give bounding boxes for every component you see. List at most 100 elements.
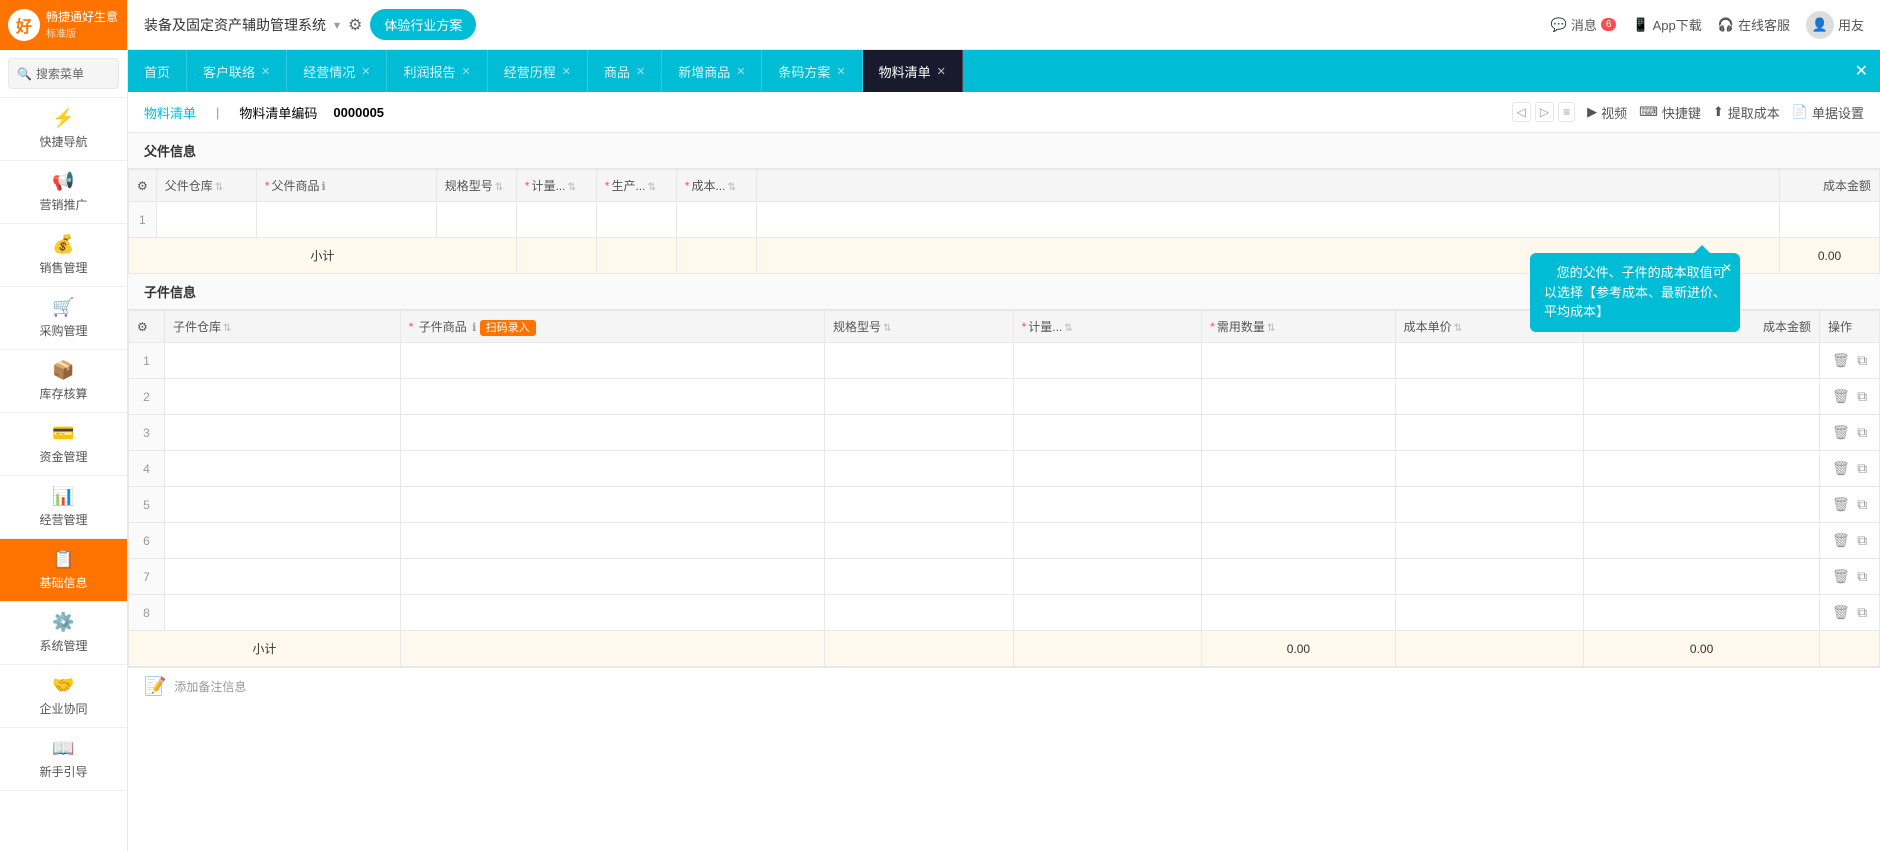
tab-profit[interactable]: 利润报告 ✕ (387, 50, 487, 92)
child-th-unit[interactable]: *计量...⇅ (1013, 311, 1202, 343)
tab-new-goods[interactable]: 新增商品 ✕ (662, 50, 762, 92)
child-cell-price-2[interactable] (1395, 379, 1584, 415)
sidebar-item-finance[interactable]: 💳 资金管理 (0, 413, 127, 476)
child-cell-warehouse-6[interactable] (165, 523, 401, 559)
parent-th-cost[interactable]: *成本...⇅ (676, 170, 756, 202)
parent-th-warehouse[interactable]: 父件仓库⇅ (156, 170, 256, 202)
child-cell-spec-8[interactable] (825, 595, 1014, 631)
child-cell-spec-6[interactable] (825, 523, 1014, 559)
child-cell-qty-4[interactable] (1202, 451, 1395, 487)
child-cell-qty-7[interactable] (1202, 559, 1395, 595)
tab-close-bom[interactable]: ✕ (937, 65, 946, 78)
view-action[interactable]: ▶ 视频 (1587, 103, 1627, 122)
copy-row-2-button[interactable]: ⧉ (1855, 386, 1869, 407)
delete-row-8-button[interactable]: 🗑 (1830, 602, 1852, 623)
child-cell-unit-3[interactable] (1013, 415, 1202, 451)
child-cell-spec-2[interactable] (825, 379, 1014, 415)
parent-th-unit[interactable]: *计量...⇅ (516, 170, 596, 202)
tab-barcode[interactable]: 条码方案 ✕ (762, 50, 862, 92)
parent-th-produce[interactable]: *生产...⇅ (596, 170, 676, 202)
tab-close-history[interactable]: ✕ (562, 65, 571, 78)
tab-close-goods[interactable]: ✕ (636, 65, 645, 78)
parent-cell-spec-1[interactable] (436, 202, 516, 238)
parent-cell-product-1[interactable] (256, 202, 436, 238)
child-cell-qty-6[interactable] (1202, 523, 1395, 559)
child-cell-price-4[interactable] (1395, 451, 1584, 487)
tab-goods[interactable]: 商品 ✕ (588, 50, 662, 92)
system-dropdown-arrow[interactable]: ▾ (334, 18, 340, 32)
sidebar-item-guide[interactable]: 📖 新手引导 (0, 728, 127, 791)
tab-customer[interactable]: 客户联络 ✕ (187, 50, 287, 92)
child-cell-warehouse-7[interactable] (165, 559, 401, 595)
child-cell-qty-8[interactable] (1202, 595, 1395, 631)
search-menu-button[interactable]: 🔍 搜索菜单 (8, 58, 119, 89)
copy-row-4-button[interactable]: ⧉ (1855, 458, 1869, 479)
child-th-product[interactable]: * 子件商品 ℹ 扫码录入 (400, 311, 824, 343)
delete-row-7-button[interactable]: 🗑 (1830, 566, 1852, 587)
tab-bar-close-button[interactable]: ✕ (1843, 61, 1880, 81)
sidebar-item-inventory[interactable]: 📦 库存核算 (0, 350, 127, 413)
nav-next-button[interactable]: ▷ (1535, 102, 1554, 122)
child-cell-spec-4[interactable] (825, 451, 1014, 487)
child-info-product-icon[interactable]: ℹ (472, 322, 476, 334)
tab-history[interactable]: 经营历程 ✕ (488, 50, 588, 92)
online-service-action[interactable]: 🎧 在线客服 (1718, 15, 1790, 34)
child-th-spec[interactable]: 规格型号⇅ (825, 311, 1014, 343)
message-action[interactable]: 💬 消息 6 (1551, 15, 1617, 34)
sidebar-item-purchase[interactable]: 🛒 采购管理 (0, 287, 127, 350)
sidebar-item-sales[interactable]: 💰 销售管理 (0, 224, 127, 287)
app-download-action[interactable]: 📱 App下载 (1632, 15, 1701, 34)
delete-row-3-button[interactable]: 🗑 (1830, 422, 1852, 443)
child-cell-spec-1[interactable] (825, 343, 1014, 379)
child-cell-product-7[interactable] (400, 559, 824, 595)
child-cell-spec-3[interactable] (825, 415, 1014, 451)
child-cell-price-3[interactable] (1395, 415, 1584, 451)
child-cell-unit-1[interactable] (1013, 343, 1202, 379)
delete-row-4-button[interactable]: 🗑 (1830, 458, 1852, 479)
child-cell-spec-7[interactable] (825, 559, 1014, 595)
info-product-icon[interactable]: ℹ (321, 181, 325, 193)
tab-close-customer[interactable]: ✕ (261, 65, 270, 78)
child-th-settings[interactable]: ⚙ (129, 311, 165, 343)
parent-cell-warehouse-1[interactable] (156, 202, 256, 238)
child-th-qty[interactable]: *需用数量⇅ (1202, 311, 1395, 343)
child-cell-price-7[interactable] (1395, 559, 1584, 595)
tab-close-profit[interactable]: ✕ (462, 65, 471, 78)
parent-cell-produce-1[interactable] (596, 202, 676, 238)
child-cell-price-8[interactable] (1395, 595, 1584, 631)
child-cell-product-2[interactable] (400, 379, 824, 415)
child-cell-unit-2[interactable] (1013, 379, 1202, 415)
child-cell-unit-4[interactable] (1013, 451, 1202, 487)
child-cell-price-1[interactable] (1395, 343, 1584, 379)
copy-row-5-button[interactable]: ⧉ (1855, 494, 1869, 515)
nav-list-button[interactable]: ≡ (1558, 102, 1575, 122)
child-cell-qty-1[interactable] (1202, 343, 1395, 379)
parent-cell-unit-1[interactable] (516, 202, 596, 238)
sidebar-item-operations[interactable]: 📊 经营管理 (0, 476, 127, 539)
sidebar-item-marketing[interactable]: 📢 营销推广 (0, 161, 127, 224)
child-cell-product-3[interactable] (400, 415, 824, 451)
child-cell-unit-7[interactable] (1013, 559, 1202, 595)
tab-bom[interactable]: 物料清单 ✕ (863, 50, 963, 92)
parent-th-spec[interactable]: 规格型号⇅ (436, 170, 516, 202)
nav-prev-button[interactable]: ◁ (1512, 102, 1531, 122)
child-cell-qty-2[interactable] (1202, 379, 1395, 415)
delete-row-5-button[interactable]: 🗑 (1830, 494, 1852, 515)
user-action[interactable]: 👤 用友 (1806, 11, 1864, 39)
parent-cell-cost-1[interactable] (676, 202, 756, 238)
tab-operations[interactable]: 经营情况 ✕ (287, 50, 387, 92)
sidebar-item-quick-nav[interactable]: ⚡ 快捷导航 (0, 98, 127, 161)
tooltip-close-button[interactable]: ✕ (1722, 259, 1732, 277)
child-cell-warehouse-5[interactable] (165, 487, 401, 523)
child-cell-warehouse-2[interactable] (165, 379, 401, 415)
delete-row-1-button[interactable]: 🗑 (1830, 350, 1852, 371)
child-cell-product-5[interactable] (400, 487, 824, 523)
child-cell-price-5[interactable] (1395, 487, 1584, 523)
child-cell-unit-6[interactable] (1013, 523, 1202, 559)
child-cell-product-8[interactable] (400, 595, 824, 631)
copy-row-6-button[interactable]: ⧉ (1855, 530, 1869, 551)
sidebar-item-enterprise[interactable]: 🤝 企业协同 (0, 665, 127, 728)
child-cell-product-4[interactable] (400, 451, 824, 487)
trial-button[interactable]: 体验行业方案 (370, 9, 476, 40)
child-cell-warehouse-4[interactable] (165, 451, 401, 487)
